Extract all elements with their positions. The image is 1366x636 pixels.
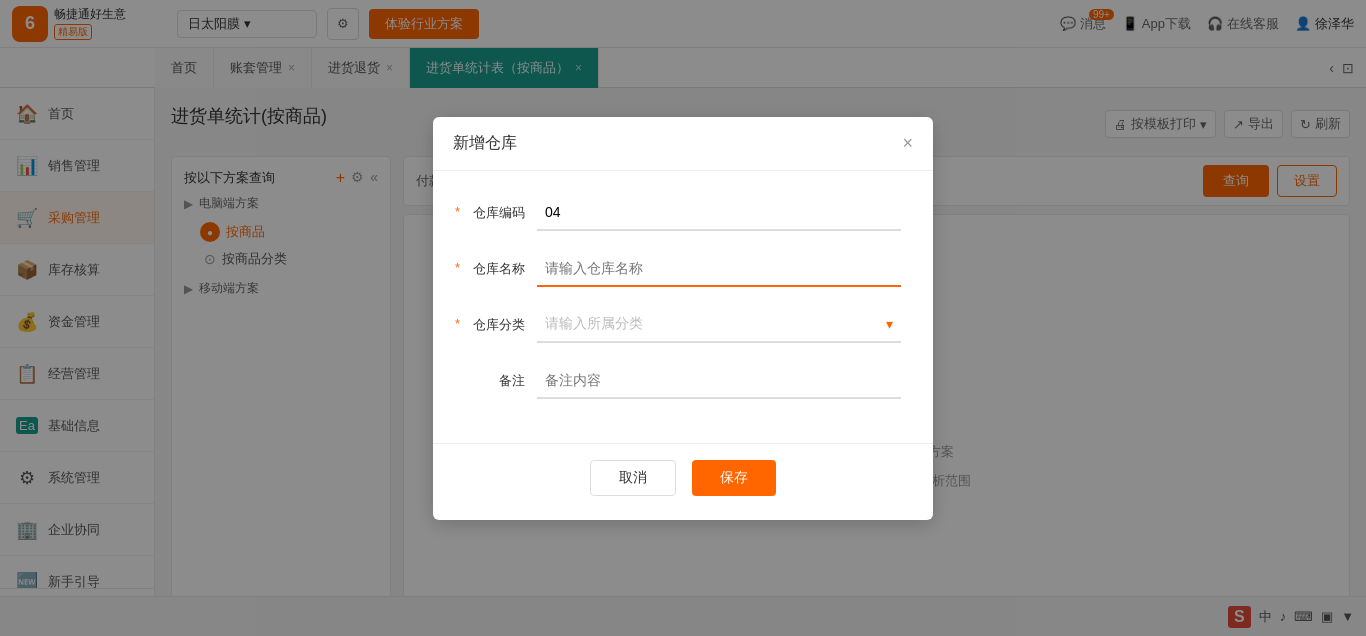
warehouse-name-row: 仓库名称 xyxy=(465,251,901,287)
warehouse-category-row: 仓库分类 请输入所属分类 ▾ xyxy=(465,307,901,343)
name-label: 仓库名称 xyxy=(465,260,525,278)
cancel-button[interactable]: 取消 xyxy=(590,460,676,496)
warehouse-name-input[interactable] xyxy=(537,251,901,287)
warehouse-note-input[interactable] xyxy=(537,363,901,399)
code-label: 仓库编码 xyxy=(465,204,525,222)
modal-title: 新增仓库 xyxy=(453,133,517,154)
add-warehouse-modal: 新增仓库 × 仓库编码 仓库名称 仓库分类 请输入所属分类 ▾ xyxy=(433,117,933,520)
note-label: 备注 xyxy=(465,372,525,390)
category-dropdown-icon: ▾ xyxy=(886,316,893,332)
category-placeholder: 请输入所属分类 xyxy=(545,315,643,333)
save-button[interactable]: 保存 xyxy=(692,460,776,496)
category-label: 仓库分类 xyxy=(465,316,525,334)
modal-overlay: 新增仓库 × 仓库编码 仓库名称 仓库分类 请输入所属分类 ▾ xyxy=(0,0,1366,636)
warehouse-code-input[interactable] xyxy=(537,195,901,231)
warehouse-code-row: 仓库编码 xyxy=(465,195,901,231)
modal-close-button[interactable]: × xyxy=(902,133,913,154)
modal-footer: 取消 保存 xyxy=(433,443,933,520)
modal-header: 新增仓库 × xyxy=(433,117,933,171)
warehouse-note-row: 备注 xyxy=(465,363,901,399)
warehouse-category-select[interactable]: 请输入所属分类 ▾ xyxy=(537,307,901,343)
modal-body: 仓库编码 仓库名称 仓库分类 请输入所属分类 ▾ 备注 xyxy=(433,171,933,443)
